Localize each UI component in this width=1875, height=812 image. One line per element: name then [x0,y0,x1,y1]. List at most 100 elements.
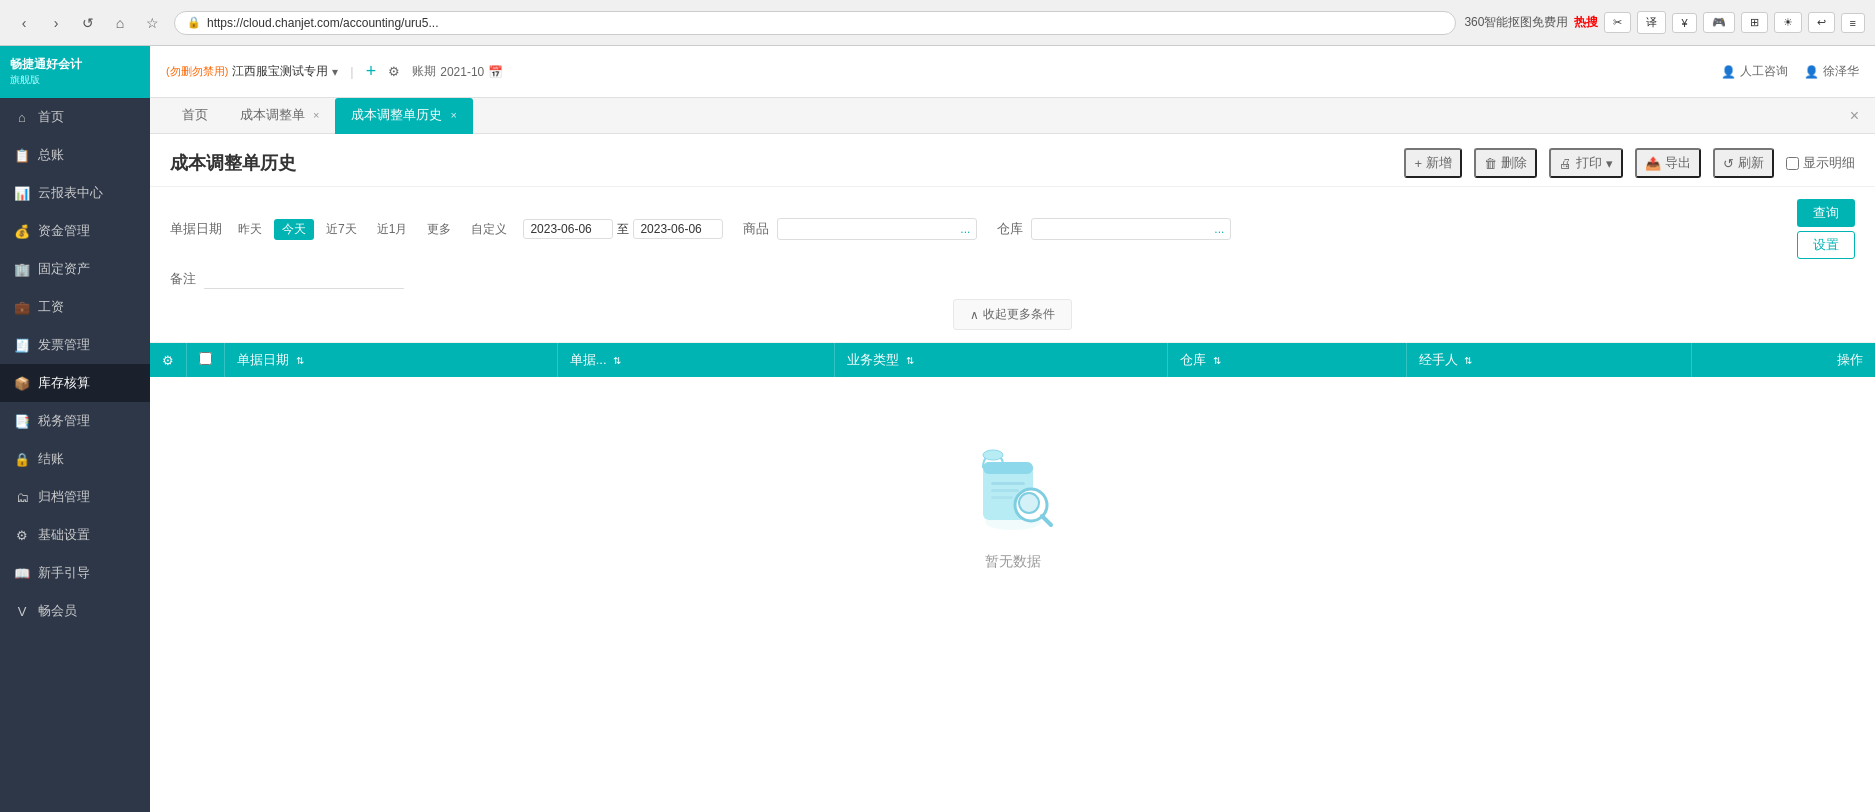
logo-text-line2: 旗舰版 [10,73,82,87]
filter-row-1: 单据日期 昨天 今天 近7天 近1月 更多 自定义 2023-06-06 至 [170,199,1855,259]
logo-text-line1: 畅捷通好会计 [10,57,82,73]
new-btn[interactable]: + 新增 [1404,148,1462,178]
hot-label: 热搜 [1574,14,1598,31]
th-checkbox[interactable] [187,343,225,377]
sidebar-item-fixed-assets[interactable]: 🏢 固定资产 [0,250,150,288]
show-detail-checkbox-label[interactable]: 显示明细 [1786,154,1855,172]
sidebar-item-vip[interactable]: V 畅会员 [0,592,150,630]
sidebar-item-ledger[interactable]: 📋 总账 [0,136,150,174]
sidebar-logo: 畅捷通好会计 旗舰版 [0,46,150,98]
user-menu-btn[interactable]: 👤 徐泽华 [1804,63,1859,80]
tab-close-history[interactable]: × [450,109,456,121]
game-btn[interactable]: 🎮 [1703,12,1735,33]
yesterday-btn[interactable]: 昨天 [230,219,270,240]
top-bar: (勿删勿禁用) 江西服宝测试专用 ▾ | + ⚙ 账期 2021-10 📅 👤 … [150,46,1875,98]
close-all-tabs-btn[interactable]: × [1850,107,1859,125]
tab-home[interactable]: 首页 [166,98,224,134]
export-label: 导出 [1665,154,1691,172]
forward-button[interactable]: › [42,9,70,37]
svg-point-9 [983,450,1003,460]
delete-btn[interactable]: 🗑 删除 [1474,148,1537,178]
sidebar-item-home[interactable]: ⌂ 首页 [0,98,150,136]
scissors-btn[interactable]: ✂ [1604,12,1631,33]
sidebar-item-payroll[interactable]: 💼 工资 [0,288,150,326]
last7days-btn[interactable]: 近7天 [318,219,365,240]
sidebar-item-label: 总账 [38,146,64,164]
refresh-icon: ↺ [1723,156,1734,171]
collapse-button[interactable]: ∧ 收起更多条件 [953,299,1072,330]
th-date-label: 单据日期 [237,352,289,367]
wallet-btn[interactable]: ¥ [1672,13,1696,33]
warehouse-more[interactable]: ... [1214,222,1224,236]
tab-close-cost-adjust[interactable]: × [313,109,319,121]
empty-state: 暂无数据 [150,377,1875,631]
main-content: 成本调整单历史 + 新增 🗑 删除 🖨 打印 ▾ [150,134,1875,812]
date-to-input[interactable]: 2023-06-06 [633,219,723,239]
goods-select[interactable]: ... [777,218,977,240]
select-all-checkbox[interactable] [199,352,212,365]
sidebar-item-settings[interactable]: ⚙ 基础设置 [0,516,150,554]
sidebar-item-archive[interactable]: 🗂 归档管理 [0,478,150,516]
period-label: 账期 [412,63,436,80]
warehouse-select[interactable]: ... [1031,218,1231,240]
goods-label: 商品 [743,220,769,238]
company-selector[interactable]: (勿删勿禁用) 江西服宝测试专用 ▾ [166,63,338,80]
calendar-icon[interactable]: 📅 [488,65,503,79]
sidebar-item-reports[interactable]: 📊 云报表中心 [0,174,150,212]
th-settings[interactable]: ⚙ [150,343,187,377]
star-button[interactable]: ☆ [138,9,166,37]
notes-input[interactable] [204,269,404,289]
sidebar-item-invoice[interactable]: 🧾 发票管理 [0,326,150,364]
print-btn[interactable]: 🖨 打印 ▾ [1549,148,1623,178]
custom-date-btn[interactable]: 自定义 [463,219,515,240]
sidebar-item-inventory[interactable]: 📦 库存核算 [0,364,150,402]
sidebar-item-label: 畅会员 [38,602,77,620]
show-detail-checkbox[interactable] [1786,157,1799,170]
th-biz-type[interactable]: 业务类型 ⇅ [835,343,1168,377]
grid-btn[interactable]: ⊞ [1741,12,1768,33]
filter-action-buttons: 查询 设置 [1797,199,1855,259]
filter-settings-button[interactable]: 设置 [1797,231,1855,259]
sidebar-item-closing[interactable]: 🔒 结账 [0,440,150,478]
date-from-input[interactable]: 2023-06-06 [523,219,613,239]
undo-btn[interactable]: ↩ [1808,12,1835,33]
last-month-btn[interactable]: 近1月 [369,219,416,240]
home-button[interactable]: ⌂ [106,9,134,37]
tab-cost-adjust-history-label: 成本调整单历史 [351,106,442,124]
company-name: 江西服宝测试专用 [232,63,328,80]
sort-number-icon: ⇅ [613,355,621,366]
sidebar-item-tax[interactable]: 📑 税务管理 [0,402,150,440]
translate-btn[interactable]: 译 [1637,11,1666,34]
tab-cost-adjust-history[interactable]: 成本调整单历史 × [335,98,472,134]
refresh-button[interactable]: ↺ [74,9,102,37]
theme-btn[interactable]: ☀ [1774,12,1802,33]
user-name: 徐泽华 [1823,63,1859,80]
address-bar[interactable]: 🔒 https://cloud.chanjet.com/accounting/u… [174,11,1456,35]
today-btn[interactable]: 今天 [274,219,314,240]
query-button[interactable]: 查询 [1797,199,1855,227]
browser-right-tools: 360智能抠图免费用 热搜 ✂ 译 ¥ 🎮 ⊞ ☀ ↩ ≡ [1464,11,1865,34]
customer-service-btn[interactable]: 👤 人工咨询 [1721,63,1788,80]
archive-icon: 🗂 [14,489,30,505]
closing-icon: 🔒 [14,451,30,467]
th-number[interactable]: 单据... ⇅ [557,343,835,377]
more-dates-btn[interactable]: 更多 [419,219,459,240]
th-operator[interactable]: 经手人 ⇅ [1406,343,1692,377]
top-settings-icon[interactable]: ⚙ [388,64,400,79]
th-operator-label: 经手人 [1419,352,1458,367]
add-company-btn[interactable]: + [366,61,377,82]
back-button[interactable]: ‹ [10,9,38,37]
menu-btn[interactable]: ≡ [1841,13,1865,33]
tab-cost-adjust[interactable]: 成本调整单 × [224,98,335,134]
sort-operator-icon: ⇅ [1464,355,1472,366]
refresh-btn[interactable]: ↺ 刷新 [1713,148,1774,178]
sidebar-item-label: 税务管理 [38,412,90,430]
goods-more[interactable]: ... [960,222,970,236]
sidebar-item-funds[interactable]: 💰 资金管理 [0,212,150,250]
export-btn[interactable]: 📤 导出 [1635,148,1701,178]
sidebar-item-label: 工资 [38,298,64,316]
th-date[interactable]: 单据日期 ⇅ [225,343,558,377]
browser-nav-buttons: ‹ › ↺ ⌂ ☆ [10,9,166,37]
th-warehouse[interactable]: 仓库 ⇅ [1168,343,1406,377]
sidebar-item-guide[interactable]: 📖 新手引导 [0,554,150,592]
